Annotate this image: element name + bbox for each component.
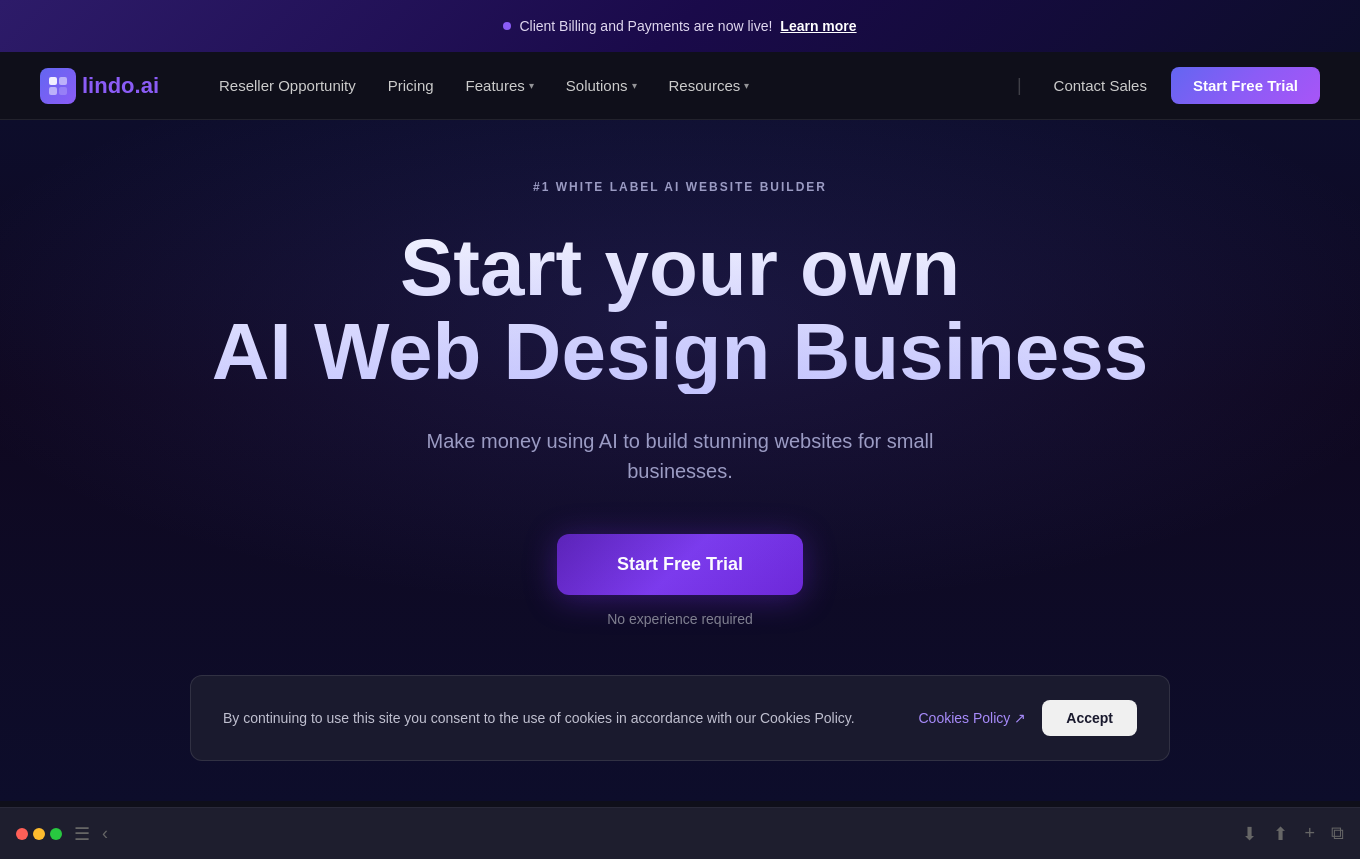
features-chevron-icon: ▾ (529, 80, 534, 91)
browser-bar: ☰ ‹ ⬇ ⬆ + ⧉ (0, 807, 1360, 859)
nav-divider: | (1017, 75, 1022, 96)
add-tab-icon[interactable]: + (1304, 823, 1315, 844)
svg-rect-3 (59, 87, 67, 95)
resources-chevron-icon: ▾ (744, 80, 749, 91)
logo[interactable]: lindo.ai (40, 68, 159, 104)
cookies-policy-button[interactable]: Cookies Policy ↗ (918, 710, 1026, 726)
window-mode-icon[interactable]: ⧉ (1331, 823, 1344, 844)
contact-sales-link[interactable]: Contact Sales (1054, 77, 1147, 94)
announcement-bar: Client Billing and Payments are now live… (0, 0, 1360, 52)
hero-section: #1 WHITE LABEL AI WEBSITE BUILDER Start … (0, 120, 1360, 801)
logo-icon (40, 68, 76, 104)
cookie-message: By continuing to use this site you conse… (223, 708, 855, 729)
hero-no-experience-label: No experience required (607, 611, 753, 627)
announcement-message: Client Billing and Payments are now live… (519, 18, 772, 34)
back-icon[interactable]: ‹ (102, 823, 108, 844)
svg-rect-2 (49, 87, 57, 95)
announcement-dot (503, 22, 511, 30)
minimize-window-icon[interactable] (33, 828, 45, 840)
nav-right: | Contact Sales Start Free Trial (1009, 67, 1320, 104)
nav-solutions[interactable]: Solutions ▾ (566, 77, 637, 94)
browser-window-controls (16, 828, 62, 840)
svg-rect-0 (49, 77, 57, 85)
hero-subtitle: Make money using AI to build stunning we… (400, 426, 960, 486)
navbar: lindo.ai Reseller Opportunity Pricing Fe… (0, 52, 1360, 120)
svg-rect-1 (59, 77, 67, 85)
cookie-banner: By continuing to use this site you conse… (190, 675, 1170, 761)
nav-features[interactable]: Features ▾ (466, 77, 534, 94)
nav-pricing[interactable]: Pricing (388, 77, 434, 94)
nav-start-trial-button[interactable]: Start Free Trial (1171, 67, 1320, 104)
nav-links: Reseller Opportunity Pricing Features ▾ … (219, 77, 1009, 94)
sidebar-toggle-icon[interactable]: ☰ (74, 823, 90, 845)
hero-title: Start your own AI Web Design Business (212, 226, 1149, 394)
nav-resources[interactable]: Resources ▾ (669, 77, 750, 94)
cookie-actions: Cookies Policy ↗ Accept (918, 700, 1137, 736)
share-icon[interactable]: ⬆ (1273, 823, 1288, 845)
download-icon[interactable]: ⬇ (1242, 823, 1257, 845)
solutions-chevron-icon: ▾ (632, 80, 637, 91)
close-window-icon[interactable] (16, 828, 28, 840)
nav-reseller[interactable]: Reseller Opportunity (219, 77, 356, 94)
accept-cookies-button[interactable]: Accept (1042, 700, 1137, 736)
hero-eyebrow: #1 WHITE LABEL AI WEBSITE BUILDER (533, 180, 827, 194)
learn-more-link[interactable]: Learn more (780, 18, 856, 34)
logo-text: lindo.ai (82, 73, 159, 99)
hero-start-trial-button[interactable]: Start Free Trial (557, 534, 803, 595)
external-link-icon: ↗ (1014, 710, 1026, 726)
maximize-window-icon[interactable] (50, 828, 62, 840)
browser-right-icons: ⬇ ⬆ + ⧉ (1242, 823, 1344, 845)
